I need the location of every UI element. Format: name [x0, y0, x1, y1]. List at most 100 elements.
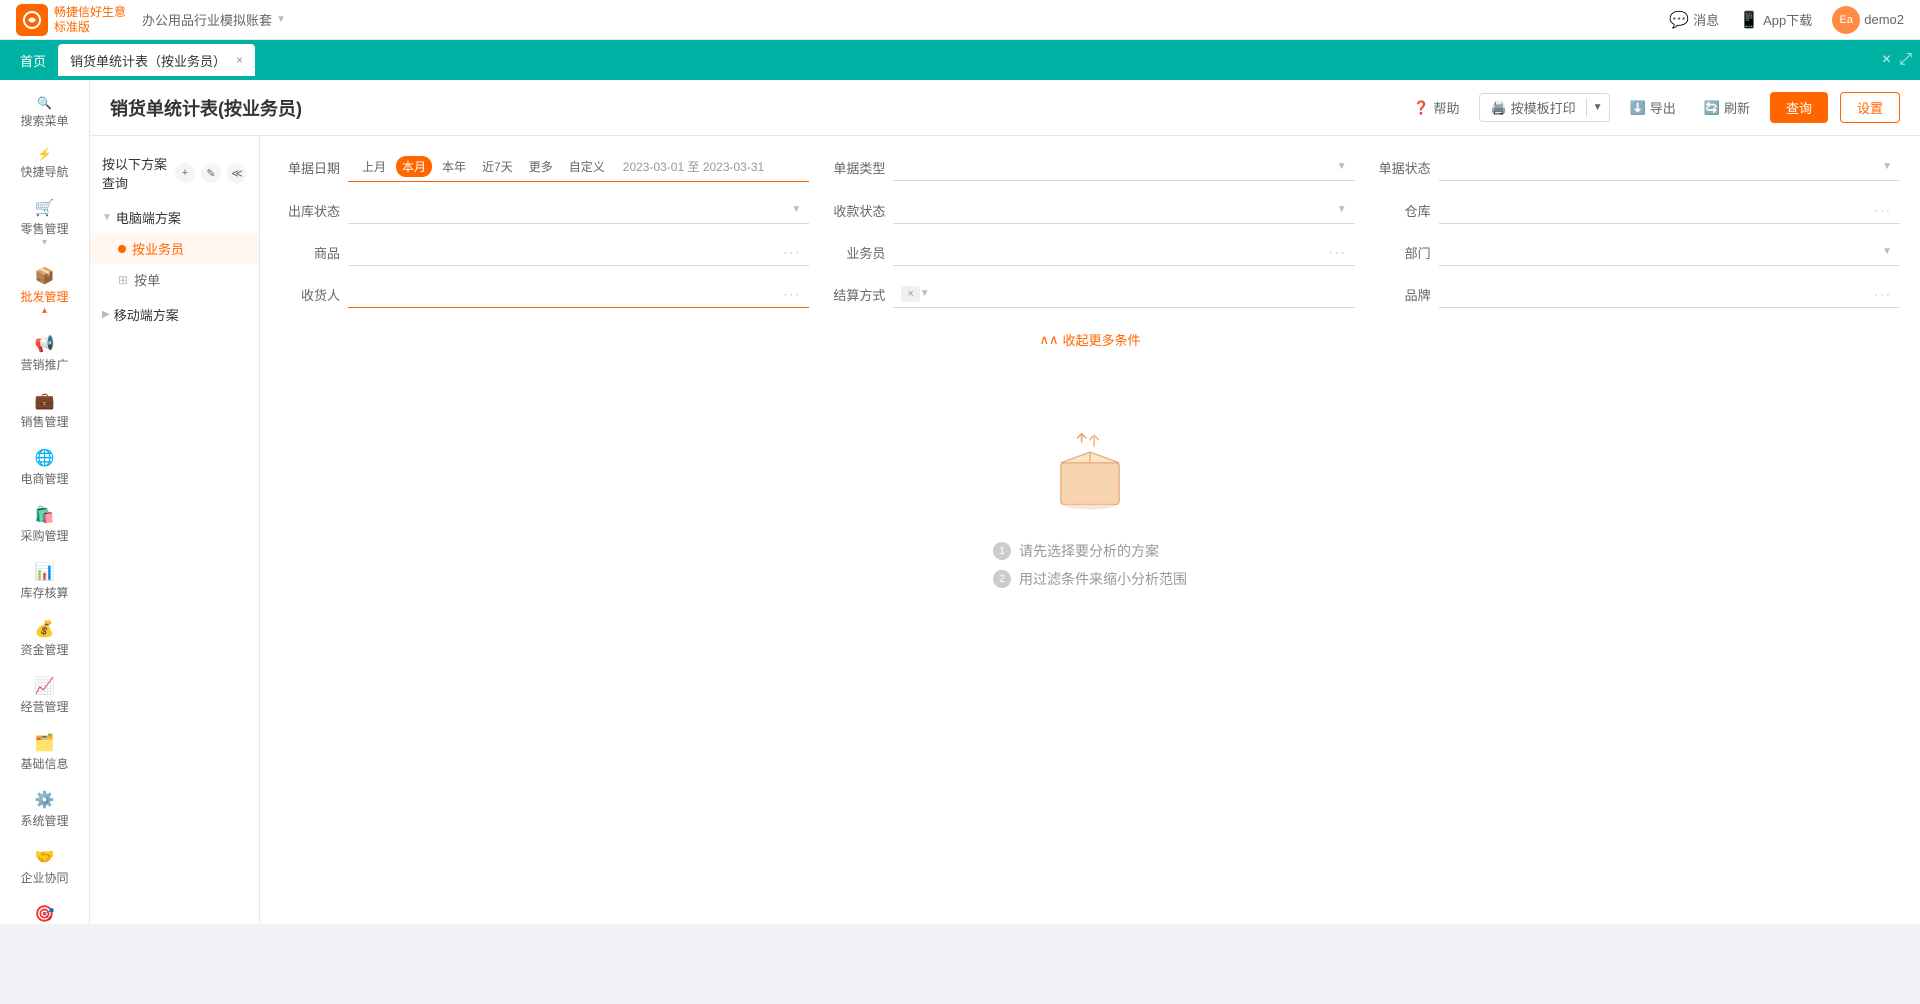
- dept-control[interactable]: ▼: [1439, 238, 1900, 266]
- tab-close-icon[interactable]: ×: [236, 53, 243, 67]
- filter-item-dept: 部门 ▼: [1371, 238, 1900, 266]
- download-icon: 📱: [1739, 10, 1759, 30]
- date-btn-this-month[interactable]: 本月: [396, 156, 432, 177]
- dept-arrow-icon: ▼: [1882, 246, 1892, 257]
- print-icon: 🖨️: [1490, 100, 1506, 116]
- cooperation-icon: 🤝: [9, 847, 81, 867]
- sidebar-item-system[interactable]: ⚙️ 系统管理: [5, 782, 85, 837]
- brand-control[interactable]: ···: [1439, 280, 1900, 308]
- quicknav-icon: ⚡: [9, 147, 81, 161]
- doc-status-control[interactable]: ▼: [1439, 153, 1900, 181]
- settle-method-arrow-icon: ▼: [920, 288, 930, 299]
- app-title-chevron[interactable]: ▼: [276, 14, 286, 25]
- brand-dots-icon: ···: [1874, 287, 1892, 301]
- filter-item-doc-status: 单据状态 ▼: [1371, 153, 1900, 181]
- wholesale-icon: 📦: [9, 266, 81, 286]
- goods-dots-icon: ···: [783, 245, 801, 259]
- settings-button[interactable]: 设置: [1840, 92, 1900, 123]
- date-btn-last-month[interactable]: 上月: [356, 156, 392, 177]
- tab-sales-stats[interactable]: 销货单统计表（按业务员） ×: [58, 44, 255, 76]
- filter-item-settle-method: 结算方式 × ▼: [825, 280, 1354, 308]
- sidebar-item-newbie[interactable]: 🎯 新手引导: [5, 896, 85, 924]
- settle-method-control[interactable]: × ▼: [893, 280, 1354, 308]
- user-menu[interactable]: Ea demo2: [1832, 6, 1904, 34]
- goods-control[interactable]: ···: [348, 238, 809, 266]
- scheme-by-order[interactable]: ⊞ 按单: [90, 264, 259, 295]
- page-title: 销货单统计表(按业务员): [110, 95, 302, 121]
- doc-type-control[interactable]: ▼: [893, 153, 1354, 181]
- app-download-button[interactable]: 📱 App下载: [1739, 10, 1812, 30]
- content-body: 按以下方案查询 + ✎ ≪ ▼ 电脑端方案 按业务员: [90, 136, 1920, 924]
- tab-expand-icon[interactable]: ⤢: [1899, 51, 1912, 69]
- edit-scheme-button[interactable]: ✎: [201, 163, 221, 183]
- page-actions: ❓ 帮助 🖨️ 按模板打印 ▼ ⬇️ 导出 🔄 刷新: [1405, 92, 1900, 123]
- add-scheme-button[interactable]: +: [175, 163, 195, 183]
- message-button[interactable]: 💬 消息: [1669, 10, 1719, 30]
- group-collapsed-icon: ▶: [102, 309, 110, 320]
- filter-item-date: 单据日期 上月 本月 本年 近7天 更多 自定义 2023-03-01 至 20…: [280, 152, 809, 182]
- tab-minimize-icon[interactable]: ×: [1882, 51, 1891, 69]
- sidebar-item-quicknav[interactable]: ⚡ 快捷导航: [5, 139, 85, 188]
- sidebar-item-sales[interactable]: 💼 销售管理: [5, 383, 85, 438]
- warehouse-control[interactable]: ···: [1439, 196, 1900, 224]
- date-label: 单据日期: [280, 158, 340, 177]
- message-icon: 💬: [1669, 10, 1689, 30]
- date-btn-custom[interactable]: 自定义: [563, 156, 611, 177]
- sidebar-item-cooperation[interactable]: 🤝 企业协同: [5, 839, 85, 894]
- date-control[interactable]: 上月 本月 本年 近7天 更多 自定义 2023-03-01 至 2023-03…: [348, 152, 809, 182]
- retail-icon: 🛒: [9, 198, 81, 218]
- help-button[interactable]: ❓ 帮助: [1405, 94, 1467, 121]
- refresh-button[interactable]: 🔄 刷新: [1696, 94, 1758, 121]
- sidebar-item-basic-info[interactable]: 🗂️ 基础信息: [5, 725, 85, 780]
- inventory-icon: 📊: [9, 562, 81, 582]
- newbie-icon: 🎯: [9, 904, 81, 924]
- out-status-control[interactable]: ▼: [348, 196, 809, 224]
- scheme-by-salesperson[interactable]: 按业务员: [90, 233, 259, 264]
- print-template-button[interactable]: 🖨️ 按模板打印 ▼: [1479, 93, 1609, 122]
- date-btn-7days[interactable]: 近7天: [476, 156, 519, 177]
- salesperson-dots-icon: ···: [1329, 245, 1347, 259]
- filter-row-3: 商品 ··· 业务员 ··· 部门: [280, 238, 1900, 266]
- system-icon: ⚙️: [9, 790, 81, 810]
- export-button[interactable]: ⬇️ 导出: [1622, 94, 1684, 121]
- sidebar-item-marketing[interactable]: 📢 营销推广: [5, 326, 85, 381]
- mobile-scheme-header[interactable]: ▶ 移动端方案: [90, 299, 259, 330]
- warehouse-dots-icon: ···: [1874, 203, 1892, 217]
- page-header: 销货单统计表(按业务员) ❓ 帮助 🖨️ 按模板打印 ▼ ⬇️ 导出: [90, 80, 1920, 136]
- receiver-label: 收货人: [280, 285, 340, 304]
- mobile-scheme-group: ▶ 移动端方案: [90, 299, 259, 330]
- sidebar-item-inventory[interactable]: 📊 库存核算: [5, 554, 85, 609]
- empty-tips: 1 请先选择要分析的方案 2 用过滤条件来缩小分析范围: [993, 537, 1187, 593]
- sidebar-item-ecommerce[interactable]: 🌐 电商管理: [5, 440, 85, 495]
- sidebar-item-finance[interactable]: 💰 资金管理: [5, 611, 85, 666]
- dept-label: 部门: [1371, 243, 1431, 262]
- collapse-nav-button[interactable]: ≪: [227, 163, 247, 183]
- sidebar-item-retail[interactable]: 🛒 零售管理 ▾: [5, 190, 85, 256]
- receiver-control[interactable]: ···: [348, 280, 809, 308]
- search-icon: 🔍: [9, 96, 81, 110]
- empty-state: 1 请先选择要分析的方案 2 用过滤条件来缩小分析范围: [280, 357, 1900, 653]
- query-button[interactable]: 查询: [1770, 92, 1828, 123]
- sidebar-item-purchase[interactable]: 🛍️ 采购管理: [5, 497, 85, 552]
- settle-method-tag-close[interactable]: ×: [907, 288, 913, 300]
- desktop-scheme-header[interactable]: ▼ 电脑端方案: [90, 202, 259, 233]
- brand-label: 品牌: [1371, 285, 1431, 304]
- sidebar-item-wholesale[interactable]: 📦 批发管理 ▴: [5, 258, 85, 324]
- date-btn-this-year[interactable]: 本年: [436, 156, 472, 177]
- ecommerce-icon: 🌐: [9, 448, 81, 468]
- collapse-button[interactable]: ∧∧ 收起更多条件: [280, 322, 1900, 357]
- sidebar-item-search[interactable]: 🔍 搜索菜单: [5, 88, 85, 137]
- tab-home[interactable]: 首页: [8, 44, 58, 76]
- sidebar-item-operations[interactable]: 📈 经营管理: [5, 668, 85, 723]
- receipt-status-control[interactable]: ▼: [893, 196, 1354, 224]
- salesperson-control[interactable]: ···: [893, 238, 1354, 266]
- warehouse-label: 仓库: [1371, 201, 1431, 220]
- logo-area: 畅捷信好生意 标准版: [16, 4, 126, 36]
- basic-info-icon: 🗂️: [9, 733, 81, 753]
- filter-row-2: 出库状态 ▼ 收款状态 ▼ 仓库: [280, 196, 1900, 224]
- logo-icon: [16, 4, 48, 36]
- topbar-right: 💬 消息 📱 App下载 Ea demo2: [1669, 6, 1904, 34]
- date-btn-more[interactable]: 更多: [523, 156, 559, 177]
- group-expand-icon: ▼: [102, 212, 112, 223]
- print-dropdown-arrow[interactable]: ▼: [1586, 98, 1609, 117]
